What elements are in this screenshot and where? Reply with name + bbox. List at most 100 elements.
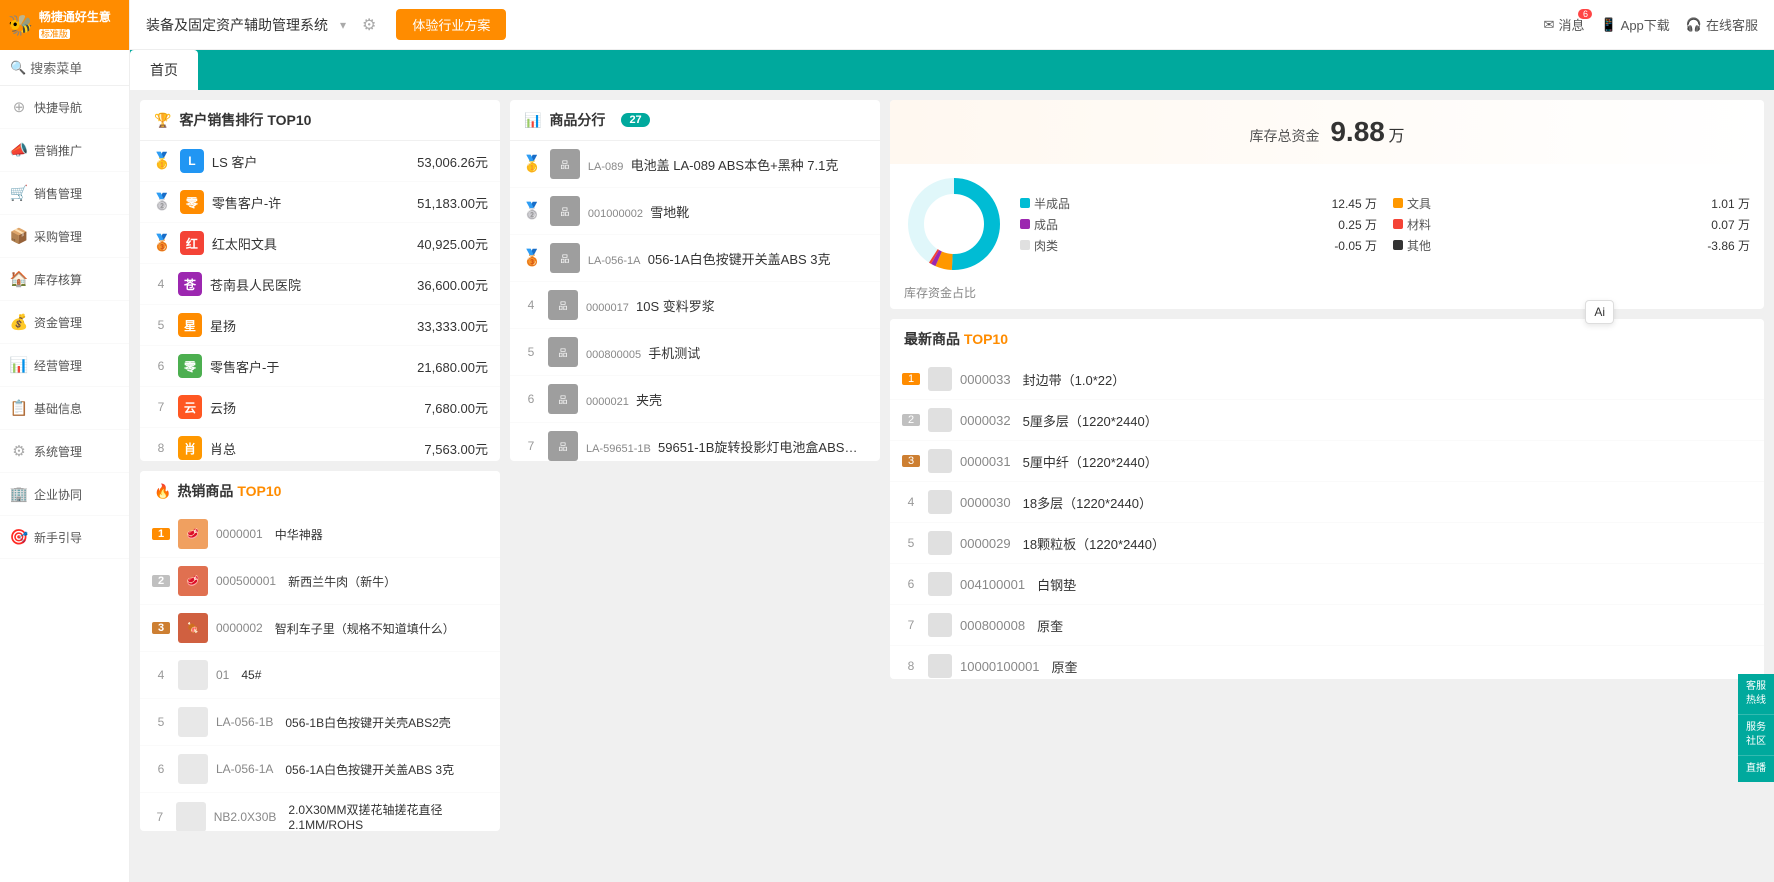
service-button[interactable]: 🎧 在线客服 (1686, 15, 1758, 34)
medal-1-icon: 🥇 (152, 151, 172, 171)
product-code: LA-056-1A (216, 762, 273, 776)
product-name: 中华神器 (275, 526, 323, 543)
product-code: 0000031 (960, 454, 1011, 469)
community-button[interactable]: 服务社区 (1738, 715, 1774, 756)
sidebar: 🐝 畅捷通好生意 标准版 🔍 搜索菜单 ⊕ 快捷导航 📣 营销推广 🛒 销售管理… (0, 0, 130, 882)
newest-products-card: 最新商品 TOP10 1 0000033 封边带（1.0*22） 2 00000… (890, 319, 1764, 679)
sidebar-item-guide[interactable]: 🎯 新手引导 (0, 516, 129, 559)
logo-icon: 🐝 (8, 13, 33, 38)
sidebar-item-sales[interactable]: 🛒 销售管理 (0, 172, 129, 215)
product-thumb: 品 (548, 337, 578, 367)
float-buttons: 客服热线 服务社区 直播 (1738, 674, 1774, 782)
product-code: 10000100001 (960, 659, 1040, 674)
customer-rank-row: 7 云 云扬 7,680.00元 (140, 387, 500, 428)
product-name: 18颗粒板（1220*2440） (1023, 534, 1165, 553)
search-icon: 🔍 (10, 60, 26, 76)
legend-item-meat: 肉类 -0.05 万 (1020, 237, 1377, 254)
product-code: 0000001 (216, 527, 263, 541)
hot-product-row: 4 01 45# (140, 652, 500, 699)
sidebar-item-company[interactable]: 🏢 企业协同 (0, 473, 129, 516)
newest-product-row: 7 000800008 原奎 (890, 605, 1764, 646)
customer-avatar: 苍 (178, 272, 202, 296)
legend-value: -3.86 万 (1707, 237, 1750, 254)
trial-button[interactable]: 体验行业方案 (396, 9, 506, 40)
product-ranking-header: 📊 商品分行 27 (510, 100, 880, 141)
stock-summary-card: 库存总资金 9.88 万 (890, 100, 1764, 309)
product-thumb (928, 367, 952, 391)
rank-num: 7 (152, 810, 168, 824)
legend-dot (1393, 198, 1403, 208)
stock-ratio-label: 库存资金占比 (890, 284, 1764, 309)
product-rank-row: 4 品 0000017 10S 变料罗浆 (510, 282, 880, 329)
product-thumb: 品 (550, 196, 580, 226)
legend-name: 成品 (1034, 216, 1058, 233)
sidebar-search[interactable]: 🔍 搜索菜单 (0, 50, 129, 86)
purchase-icon: 📦 (10, 227, 28, 245)
product-thumb: 品 (550, 243, 580, 273)
customer-avatar: 零 (178, 354, 202, 378)
rank-num: 3 (902, 455, 920, 467)
medal-1-icon: 🥇 (522, 154, 542, 174)
sidebar-item-stock[interactable]: 🏠 库存核算 (0, 258, 129, 301)
customer-amount: 36,600.00元 (417, 275, 488, 294)
sidebar-item-finance[interactable]: 💰 资金管理 (0, 301, 129, 344)
settings-icon[interactable]: ⚙ (362, 15, 376, 35)
hot-product-row: 2 🥩 000500001 新西兰牛肉（新牛） (140, 558, 500, 605)
customer-avatar: L (180, 149, 204, 173)
sidebar-item-operation[interactable]: 📊 经营管理 (0, 344, 129, 387)
product-rank-row: 🥉 品 LA-056-1A 056-1A白色按键开关盖ABS 3克 (510, 235, 880, 282)
tab-home[interactable]: 首页 (130, 50, 198, 90)
customer-amount: 21,680.00元 (417, 357, 488, 376)
product-thumb (178, 660, 208, 690)
ranking-badge: 27 (621, 113, 649, 127)
medal-3-icon: 🥉 (152, 233, 172, 253)
sidebar-item-purchase[interactable]: 📦 采购管理 (0, 215, 129, 258)
hot-products-title: 🔥 热销商品 TOP10 (140, 471, 500, 511)
customer-ranking-card: 🏆 客户销售排行 TOP10 🥇 L LS 客户 53,006.26元 🥈 零 (140, 100, 500, 461)
rank-num: 3 (152, 622, 170, 634)
sidebar-item-basic[interactable]: 📋 基础信息 (0, 387, 129, 430)
sidebar-item-quick-nav[interactable]: ⊕ 快捷导航 (0, 86, 129, 129)
dropdown-arrow-icon[interactable]: ▾ (340, 18, 346, 32)
product-thumb: 品 (548, 431, 578, 461)
legend-name: 其他 (1407, 237, 1431, 254)
stock-total-unit: 万 (1388, 128, 1404, 145)
product-code: 0000002 (216, 621, 263, 635)
stock-total-label: 库存总资金 (1250, 128, 1320, 144)
customer-avatar: 肖 (178, 436, 202, 460)
rank-num: 5 (902, 536, 920, 550)
customer-name: 云扬 (210, 398, 416, 417)
finance-icon: 💰 (10, 313, 28, 331)
product-thumb: 🥩 (178, 566, 208, 596)
legend-dot (1393, 240, 1403, 250)
product-info: LA-056-1A 056-1A白色按键开关盖ABS 3克 (588, 249, 868, 268)
product-code: 0000029 (960, 536, 1011, 551)
product-rank-row: 6 品 0000021 夹壳 (510, 376, 880, 423)
ai-badge[interactable]: Ai (1585, 300, 1614, 324)
product-thumb (928, 449, 952, 473)
rank-number: 4 (152, 277, 170, 291)
hot-products-label: 热销商品 TOP10 (177, 481, 281, 501)
headset-icon: 🎧 (1686, 17, 1702, 33)
product-thumb: 🥩 (178, 519, 208, 549)
product-rank-row: 5 品 000800005 手机测试 (510, 329, 880, 376)
stock-donut-chart (904, 174, 1004, 274)
customer-service-button[interactable]: 客服热线 (1738, 674, 1774, 715)
product-code: NB2.0X30B (214, 810, 277, 824)
product-name: 056-1B白色按键开关壳ABS2壳 (285, 714, 450, 731)
message-button[interactable]: ✉ 消息 6 (1544, 15, 1585, 34)
rank-number: 5 (152, 318, 170, 332)
app-download-button[interactable]: 📱 App下载 (1600, 15, 1669, 34)
sidebar-item-system[interactable]: ⚙ 系统管理 (0, 430, 129, 473)
topbar: 装备及固定资产辅助管理系统 ▾ ⚙ 体验行业方案 ✉ 消息 6 📱 App下载 … (130, 0, 1774, 50)
product-thumb: 品 (550, 149, 580, 179)
sidebar-item-marketing[interactable]: 📣 营销推广 (0, 129, 129, 172)
medal-3-icon: 🥉 (522, 248, 542, 268)
rank-number: 5 (522, 345, 540, 359)
guide-icon: 🎯 (10, 528, 28, 546)
live-button[interactable]: 直播 (1738, 756, 1774, 782)
customer-name: 零售客户-于 (210, 357, 409, 376)
customer-name: LS 客户 (212, 152, 409, 171)
medal-2-icon: 🥈 (152, 192, 172, 212)
rank-num: 7 (902, 618, 920, 632)
